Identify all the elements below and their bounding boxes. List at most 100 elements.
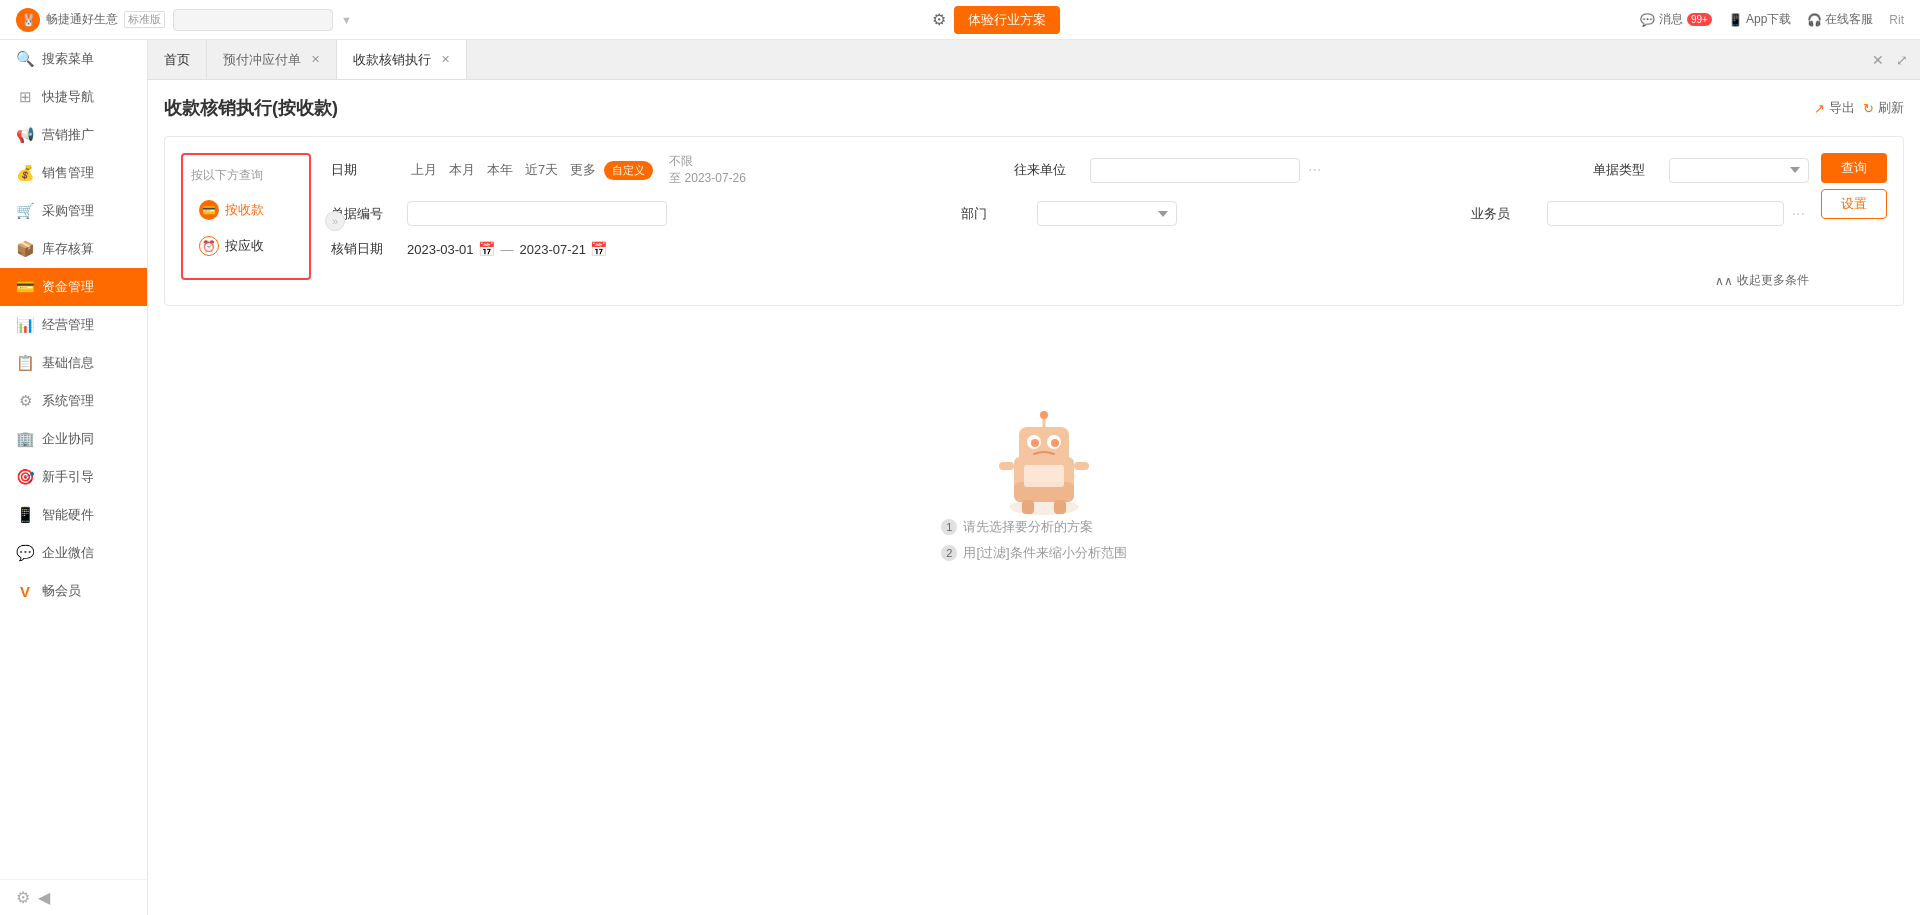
sidebar-item-enterprise[interactable]: 🏢 企业协同 (0, 420, 147, 458)
message-icon: 💬 (1640, 13, 1655, 27)
date-custom-button[interactable]: 自定义 (604, 161, 653, 180)
filter-row-3: 核销日期 2023-03-01 📅 — 2023-07-21 📅 (331, 240, 1809, 258)
filter-option-by-receivable[interactable]: ⏰ 按应收 (191, 230, 301, 262)
sidebar-label-operations: 经营管理 (42, 316, 94, 334)
tab-receipt-offset-close[interactable]: ✕ (441, 53, 450, 66)
doc-type-select[interactable] (1669, 158, 1809, 183)
app-label: App下载 (1746, 11, 1791, 28)
tab-prepay-close[interactable]: ✕ (311, 53, 320, 66)
app-download[interactable]: 📱 App下载 (1728, 11, 1791, 28)
sidebar-item-search-menu[interactable]: 🔍 搜索菜单 (0, 40, 147, 78)
filter-option-by-receipt[interactable]: 💳 按收款 (191, 194, 301, 226)
collapse-conditions-label: 收起更多条件 (1737, 272, 1809, 289)
tab-receipt-offset[interactable]: 收款核销执行 ✕ (337, 40, 467, 79)
main-content: 首页 预付冲应付单 ✕ 收款核销执行 ✕ ✕ ⤢ 收款核销执行(按收款) ↗ 导… (148, 40, 1920, 915)
svg-rect-3 (1019, 427, 1069, 465)
tab-home[interactable]: 首页 (148, 40, 207, 79)
home-icon: ⊞ (16, 88, 34, 106)
tab-close-all-button[interactable]: ✕ (1868, 48, 1888, 72)
message-area[interactable]: 💬 消息 99+ (1640, 11, 1712, 28)
dept-label: 部门 (961, 205, 1021, 223)
offset-date-start-cal-icon[interactable]: 📅 (478, 241, 495, 257)
svg-rect-11 (1074, 462, 1089, 470)
staff-dots-button[interactable]: ··· (1788, 205, 1809, 223)
refresh-label: 刷新 (1878, 99, 1904, 117)
sidebar-item-finance[interactable]: 💳 资金管理 (0, 268, 147, 306)
sidebar-label-search-menu: 搜索菜单 (42, 50, 94, 68)
filter-sidebar-collapse-button[interactable]: » (325, 211, 345, 231)
marketing-icon: 📢 (16, 126, 34, 144)
filter-option-receivable-label: 按应收 (225, 237, 264, 255)
logo: 🐰 畅捷通好生意 标准版 (16, 8, 165, 32)
sidebar-label-finance: 资金管理 (42, 278, 94, 296)
partner-dots-button[interactable]: ··· (1304, 161, 1325, 179)
filter-settings-button[interactable]: 设置 (1821, 189, 1887, 219)
tab-receipt-offset-label: 收款核销执行 (353, 51, 431, 69)
logo-icon: 🐰 (16, 8, 40, 32)
date-more-button[interactable]: 更多 (566, 159, 600, 181)
date-unlimited-label: 不限 (669, 153, 746, 170)
system-icon: ⚙ (16, 392, 34, 410)
receivable-icon: ⏰ (199, 236, 219, 256)
doc-no-input[interactable] (407, 201, 667, 226)
search-input[interactable] (173, 9, 333, 31)
inventory-icon: 📦 (16, 240, 34, 258)
sidebar-label-guide: 新手引导 (42, 468, 94, 486)
wechat-icon: 💬 (16, 544, 34, 562)
partner-input[interactable] (1090, 158, 1300, 183)
offset-date-end-cal-icon[interactable]: 📅 (590, 241, 607, 257)
top-bar-center: ⚙ 体验行业方案 (932, 6, 1060, 34)
sidebar-collapse-button[interactable]: ◀ (38, 888, 50, 907)
offset-date-label: 核销日期 (331, 240, 391, 258)
online-service[interactable]: 🎧 在线客服 (1807, 11, 1873, 28)
date-this-month-button[interactable]: 本月 (445, 159, 479, 181)
export-icon: ↗ (1814, 101, 1825, 116)
staff-input[interactable] (1547, 201, 1784, 226)
refresh-icon: ↻ (1863, 101, 1874, 116)
sidebar-item-quick-nav[interactable]: ⊞ 快捷导航 (0, 78, 147, 116)
search-icon: 🔍 (16, 50, 34, 68)
date-last-7days-button[interactable]: 近7天 (521, 159, 562, 181)
more-conditions-bar: ∧∧ 收起更多条件 (331, 272, 1809, 289)
export-button[interactable]: ↗ 导出 (1814, 99, 1855, 117)
page-title: 收款核销执行(按收款) (164, 96, 338, 120)
date-this-year-button[interactable]: 本年 (483, 159, 517, 181)
receipt-icon: 💳 (199, 200, 219, 220)
query-button[interactable]: 查询 (1821, 153, 1887, 183)
svg-rect-10 (999, 462, 1014, 470)
guide-icon: 🎯 (16, 468, 34, 486)
collapse-chevron-icon: ∧∧ (1715, 274, 1733, 288)
sidebar-item-basic-info[interactable]: 📋 基础信息 (0, 344, 147, 382)
svg-rect-14 (1024, 465, 1064, 487)
sidebar-item-marketing[interactable]: 📢 营销推广 (0, 116, 147, 154)
sidebar-settings-button[interactable]: ⚙ (16, 888, 30, 907)
tab-prepay[interactable]: 预付冲应付单 ✕ (207, 40, 337, 79)
message-badge: 99+ (1687, 13, 1712, 26)
date-last-month-button[interactable]: 上月 (407, 159, 441, 181)
sidebar-item-system[interactable]: ⚙ 系统管理 (0, 382, 147, 420)
sidebar-label-marketing: 营销推广 (42, 126, 94, 144)
sidebar-item-operations[interactable]: 📊 经营管理 (0, 306, 147, 344)
svg-rect-13 (1054, 500, 1066, 514)
offset-date-end-wrap: 2023-07-21 📅 (520, 241, 608, 257)
operations-icon: 📊 (16, 316, 34, 334)
sidebar-item-guide[interactable]: 🎯 新手引导 (0, 458, 147, 496)
user-name[interactable]: Rit (1889, 13, 1904, 27)
partner-input-wrap: ··· (1090, 158, 1326, 183)
svg-rect-12 (1022, 500, 1034, 514)
sidebar-item-hardware[interactable]: 📱 智能硬件 (0, 496, 147, 534)
collapse-conditions-button[interactable]: ∧∧ 收起更多条件 (1715, 272, 1809, 289)
dept-select[interactable] (1037, 201, 1177, 226)
sidebar-item-inventory[interactable]: 📦 库存核算 (0, 230, 147, 268)
filter-sidebar-wrapper: 按以下方查询 💳 按收款 ⏰ 按应收 » (181, 153, 331, 289)
offset-date-start: 2023-03-01 (407, 242, 474, 257)
sidebar-item-purchase[interactable]: 🛒 采购管理 (0, 192, 147, 230)
sidebar-item-wechat[interactable]: 💬 企业微信 (0, 534, 147, 572)
tab-expand-button[interactable]: ⤢ (1892, 48, 1912, 72)
sidebar-item-sales[interactable]: 💰 销售管理 (0, 154, 147, 192)
sidebar-item-vip[interactable]: V 畅会员 (0, 572, 147, 610)
solution-button[interactable]: 体验行业方案 (954, 6, 1060, 34)
settings-gear-button[interactable]: ⚙ (932, 10, 946, 29)
refresh-button[interactable]: ↻ 刷新 (1863, 99, 1904, 117)
tip-num-1: 1 (941, 519, 957, 535)
